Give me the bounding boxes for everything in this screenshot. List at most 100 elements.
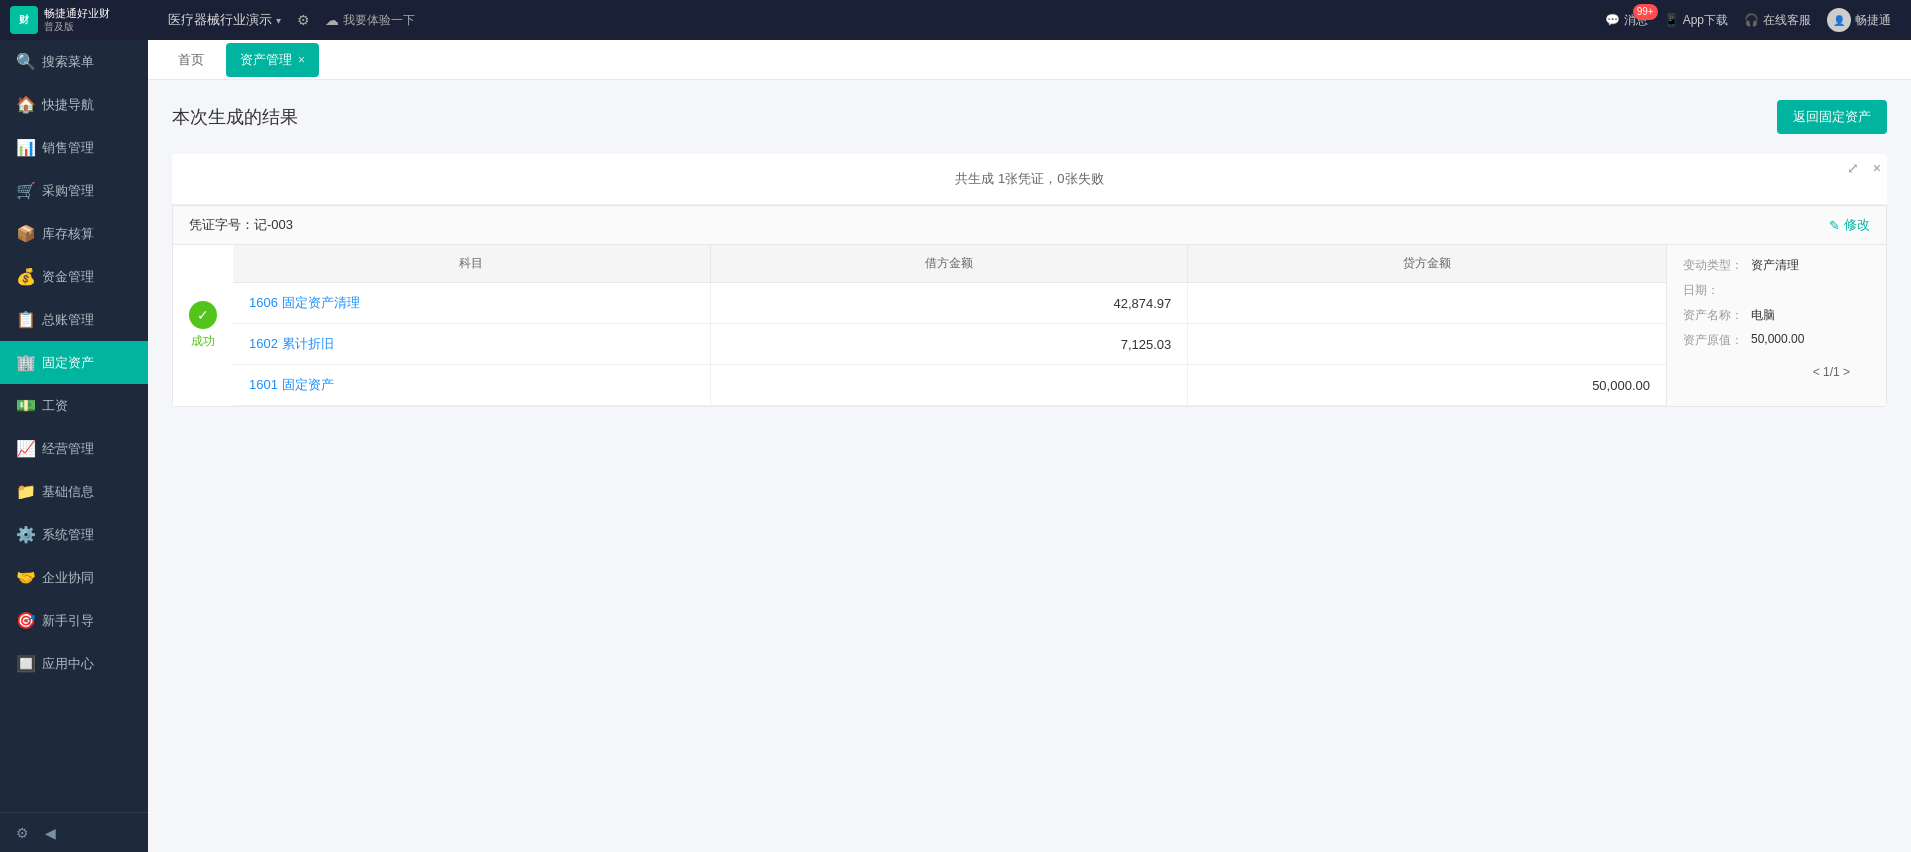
nav-bar: 医疗器械行业演示 ▾ ⚙ ☁ 我要体验一下 [158, 6, 1605, 34]
content-area: 首页 资产管理 × 本次生成的结果 返回固定资产 ⤢ × 共生成 1张凭证，0 [148, 40, 1911, 852]
asset-name-row: 资产名称： 电脑 [1683, 307, 1870, 324]
date-row: 日期： [1683, 282, 1870, 299]
sidebar-item-inventory[interactable]: 📦 库存核算 [0, 212, 148, 255]
tab-home-label: 首页 [178, 51, 204, 69]
messages-button[interactable]: 💬 消息 99+ [1605, 12, 1648, 29]
purchase-icon: 🛒 [16, 181, 34, 200]
tab-bar: 首页 资产管理 × [148, 40, 1911, 80]
header-right: 💬 消息 99+ 📱 App下载 🎧 在线客服 👤 畅捷通 [1605, 8, 1891, 32]
sidebar-item-funds[interactable]: 💰 资金管理 [0, 255, 148, 298]
sidebar-label-fixed-assets: 固定资产 [42, 354, 94, 372]
pagination[interactable]: < 1/1 > [1683, 357, 1870, 387]
sidebar-item-guide[interactable]: 🎯 新手引导 [0, 599, 148, 642]
change-type-value: 资产清理 [1751, 257, 1799, 274]
project-selector[interactable]: 医疗器械行业演示 ▾ [168, 11, 281, 29]
sidebar-label-sales: 销售管理 [42, 139, 94, 157]
debit-cell-0: 42,874.97 [711, 283, 1189, 323]
page-header: 本次生成的结果 返回固定资产 [172, 100, 1887, 134]
subject-cell-1[interactable]: 1602 累计折旧 [233, 324, 711, 364]
sidebar-item-ledger[interactable]: 📋 总账管理 [0, 298, 148, 341]
sidebar-item-fixed-assets[interactable]: 🏢 固定资产 [0, 341, 148, 384]
sidebar-item-search[interactable]: 🔍 搜索菜单 [0, 40, 148, 83]
user-button[interactable]: 👤 畅捷通 [1827, 8, 1891, 32]
credit-cell-0 [1188, 283, 1666, 323]
voucher-section: 凭证字号：记-003 ✎ 修改 ✓ 成功 [172, 205, 1887, 407]
app-name: 畅捷通好业财 [44, 6, 110, 20]
online-service-button[interactable]: 🎧 在线客服 [1744, 12, 1811, 29]
inventory-icon: 📦 [16, 224, 34, 243]
gear-icon[interactable]: ⚙ [289, 6, 317, 34]
credit-cell-1 [1188, 324, 1666, 364]
voucher-number: 凭证字号：记-003 [189, 216, 293, 234]
sidebar-item-basic-info[interactable]: 📁 基础信息 [0, 470, 148, 513]
original-value-value: 50,000.00 [1751, 332, 1804, 349]
page-content: 本次生成的结果 返回固定资产 ⤢ × 共生成 1张凭证，0张失败 凭证字号：记-… [148, 80, 1911, 852]
search-icon: 🔍 [16, 52, 34, 71]
salary-icon: 💵 [16, 396, 34, 415]
app-download-button[interactable]: 📱 App下载 [1664, 12, 1728, 29]
original-value-row: 资产原值： 50,000.00 [1683, 332, 1870, 349]
sidebar: 🔍 搜索菜单 🏠 快捷导航 📊 销售管理 🛒 采购管理 📦 库存核算 💰 资金管… [0, 40, 148, 852]
debit-cell-2 [711, 365, 1189, 405]
summary-text: 共生成 1张凭证，0张失败 [955, 171, 1103, 186]
logo-area: 财 畅捷通好业财 普及版 [10, 6, 158, 34]
tab-asset-mgmt-label: 资产管理 [240, 51, 292, 69]
sidebar-label-system: 系统管理 [42, 526, 94, 544]
ledger-icon: 📋 [16, 310, 34, 329]
username-label: 畅捷通 [1855, 12, 1891, 29]
experience-label: 我要体验一下 [343, 12, 415, 29]
cloud-icon: ☁ [325, 12, 339, 28]
message-icon: 💬 [1605, 13, 1620, 27]
sidebar-item-operations[interactable]: 📈 经营管理 [0, 427, 148, 470]
debit-cell-1: 7,125.03 [711, 324, 1189, 364]
experience-button[interactable]: ☁ 我要体验一下 [325, 12, 415, 29]
sidebar-bottom: ⚙ ◀ [0, 812, 148, 852]
expand-icon[interactable]: ⤢ [1847, 160, 1859, 176]
pagination-text: < 1/1 > [1813, 365, 1850, 379]
basic-info-icon: 📁 [16, 482, 34, 501]
success-label: 成功 [191, 333, 215, 350]
tab-home[interactable]: 首页 [164, 43, 218, 77]
app-download-label: App下载 [1683, 12, 1728, 29]
return-button[interactable]: 返回固定资产 [1777, 100, 1887, 134]
main-layout: 🔍 搜索菜单 🏠 快捷导航 📊 销售管理 🛒 采购管理 📦 库存核算 💰 资金管… [0, 40, 1911, 852]
voucher-table: 科目 借方金额 贷方金额 1606 固定资产清理 42,874.97 1602 … [233, 245, 1666, 406]
close-icon[interactable]: × [1873, 160, 1881, 176]
credit-cell-2: 50,000.00 [1188, 365, 1666, 405]
sidebar-item-purchase[interactable]: 🛒 采购管理 [0, 169, 148, 212]
sidebar-item-enterprise[interactable]: 🤝 企业协同 [0, 556, 148, 599]
collapse-icon[interactable]: ◀ [45, 825, 56, 841]
sidebar-item-sales[interactable]: 📊 销售管理 [0, 126, 148, 169]
fixed-assets-icon: 🏢 [16, 353, 34, 372]
col-subject: 科目 [233, 245, 711, 282]
operations-icon: 📈 [16, 439, 34, 458]
sidebar-label-enterprise: 企业协同 [42, 569, 94, 587]
settings-icon[interactable]: ⚙ [16, 825, 29, 841]
app-center-icon: 🔲 [16, 654, 34, 673]
asset-name-value: 电脑 [1751, 307, 1775, 324]
success-indicator: ✓ 成功 [173, 245, 233, 406]
top-header: 财 畅捷通好业财 普及版 医疗器械行业演示 ▾ ⚙ ☁ 我要体验一下 💬 消息 … [0, 0, 1911, 40]
edit-button[interactable]: ✎ 修改 [1829, 216, 1870, 234]
asset-name-label: 资产名称： [1683, 307, 1743, 324]
subject-cell-0[interactable]: 1606 固定资产清理 [233, 283, 711, 323]
sidebar-item-system[interactable]: ⚙️ 系统管理 [0, 513, 148, 556]
success-icon: ✓ [189, 301, 217, 329]
sales-icon: 📊 [16, 138, 34, 157]
edit-label: 修改 [1844, 216, 1870, 234]
sidebar-label-salary: 工资 [42, 397, 68, 415]
table-row: 1602 累计折旧 7,125.03 [233, 324, 1666, 365]
quick-nav-icon: 🏠 [16, 95, 34, 114]
tab-close-icon[interactable]: × [298, 53, 305, 67]
sidebar-item-quick-nav[interactable]: 🏠 快捷导航 [0, 83, 148, 126]
sidebar-item-salary[interactable]: 💵 工资 [0, 384, 148, 427]
table-header: 科目 借方金额 贷方金额 [233, 245, 1666, 283]
change-type-row: 变动类型： 资产清理 [1683, 257, 1870, 274]
result-panel: ⤢ × 共生成 1张凭证，0张失败 凭证字号：记-003 ✎ 修改 [172, 154, 1887, 407]
download-icon: 📱 [1664, 13, 1679, 27]
subject-cell-2[interactable]: 1601 固定资产 [233, 365, 711, 405]
page-title: 本次生成的结果 [172, 105, 298, 129]
tab-asset-mgmt[interactable]: 资产管理 × [226, 43, 319, 77]
sidebar-item-app-center[interactable]: 🔲 应用中心 [0, 642, 148, 685]
table-row: 1606 固定资产清理 42,874.97 [233, 283, 1666, 324]
